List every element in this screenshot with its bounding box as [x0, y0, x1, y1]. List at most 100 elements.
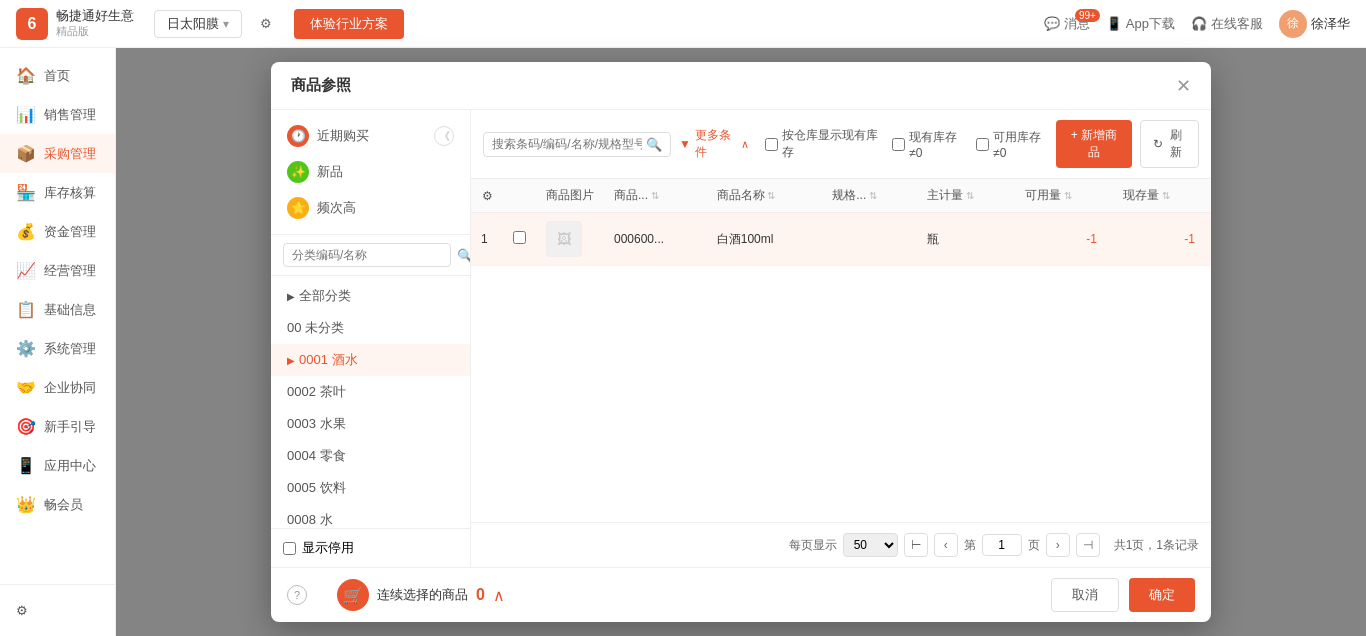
sidebar-item-guide[interactable]: 🎯 新手引导	[0, 407, 115, 446]
more-conditions-button[interactable]: ▼ 更多条件 ∧	[679, 127, 749, 161]
experience-button[interactable]: 体验行业方案	[294, 9, 404, 39]
img-placeholder-icon: 🖼	[557, 231, 571, 247]
stock-nonzero-input[interactable]	[892, 138, 905, 151]
add-product-button[interactable]: + 新增商品	[1056, 120, 1131, 168]
first-page-button[interactable]: ⊢	[904, 533, 928, 557]
sidebar-item-finance[interactable]: 💰 资金管理	[0, 212, 115, 251]
collab-icon: 🤝	[16, 378, 36, 397]
sidebar-item-purchase[interactable]: 📦 采购管理	[0, 134, 115, 173]
help-icon[interactable]: ?	[287, 585, 307, 605]
page-size-select[interactable]: 50 100 200	[843, 533, 898, 557]
confirm-button[interactable]: 确定	[1129, 578, 1195, 612]
last-page-button[interactable]: ⊣	[1076, 533, 1100, 557]
table-row[interactable]: 1 🖼 000600... 白酒100ml	[471, 213, 1211, 266]
cat-drinks[interactable]: 0005 饮料	[271, 472, 470, 504]
modal-header: 商品参照 ✕	[271, 62, 1211, 110]
stock-nonzero-check[interactable]: 现有库存≠0	[892, 129, 964, 160]
sidebar-item-collab[interactable]: 🤝 企业协同	[0, 368, 115, 407]
support-nav[interactable]: 🎧 在线客服	[1191, 15, 1263, 33]
warehouse-stock-input[interactable]	[765, 138, 778, 151]
refresh-button[interactable]: ↻ 刷新	[1140, 120, 1199, 168]
home-icon: 🏠	[16, 66, 36, 85]
sidebar-label-finance: 资金管理	[44, 223, 96, 241]
td-spec	[822, 213, 917, 266]
available-nonzero-check[interactable]: 可用库存≠0	[976, 129, 1048, 160]
high-frequency[interactable]: ⭐ 频次高	[271, 190, 470, 226]
th-unit[interactable]: 主计量	[917, 179, 1015, 213]
modal-overlay: 商品参照 ✕ 🕐 近期购买 《	[116, 48, 1366, 636]
sidebar-item-operations[interactable]: 📈 经营管理	[0, 251, 115, 290]
th-code[interactable]: 商品...	[604, 179, 707, 213]
modal-close-button[interactable]: ✕	[1176, 77, 1191, 95]
cart-collapse-icon[interactable]: ∧	[493, 586, 505, 605]
cat-tea-label: 0002 茶叶	[287, 383, 346, 401]
sidebar-item-apps[interactable]: 📱 应用中心	[0, 446, 115, 485]
product-thumbnail: 🖼	[546, 221, 582, 257]
sidebar-label-inventory: 库存核算	[44, 184, 96, 202]
warehouse-stock-check[interactable]: 按仓库显示现有库存	[765, 127, 880, 161]
cat-tea[interactable]: 0002 茶叶	[271, 376, 470, 408]
cart-label: 连续选择的商品	[377, 586, 468, 604]
td-check[interactable]	[503, 213, 536, 266]
chevron-down-icon: ▾	[223, 17, 229, 31]
cart-area: 🛒 连续选择的商品 0 ∧	[337, 579, 505, 611]
product-table: ⚙ 商品图片 商品... 商品名称 规格... 主计量 可用量 现存量	[471, 179, 1211, 266]
sidebar-item-member[interactable]: 👑 畅会员	[0, 485, 115, 524]
cat-liquor[interactable]: ▶ 0001 酒水	[271, 344, 470, 376]
logo-text: 畅捷通好生意 精品版	[56, 8, 134, 40]
nav-right: 💬 消息 99+ 📱 App下载 🎧 在线客服 徐 徐泽华	[1044, 10, 1350, 38]
next-page-button[interactable]: ›	[1046, 533, 1070, 557]
sidebar-bottom: ⚙	[0, 584, 115, 636]
modal-body: 🕐 近期购买 《 ✨ 新品 ⭐ 频次高	[271, 110, 1211, 567]
page-number-input[interactable]	[982, 534, 1022, 556]
messages-nav[interactable]: 💬 消息 99+	[1044, 15, 1090, 33]
th-stock[interactable]: 现存量	[1113, 179, 1211, 213]
sidebar-label-collab: 企业协同	[44, 379, 96, 397]
row-checkbox[interactable]	[513, 231, 526, 244]
th-name[interactable]: 商品名称	[707, 179, 823, 213]
gear-icon: ⚙	[16, 603, 28, 618]
recent-purchases[interactable]: 🕐 近期购买 《	[271, 118, 470, 154]
category-search-icon[interactable]: 🔍	[457, 248, 471, 263]
cat-water[interactable]: 0008 水	[271, 504, 470, 528]
sidebar-item-inventory[interactable]: 🏪 库存核算	[0, 173, 115, 212]
td-available: -1	[1015, 213, 1113, 266]
product-search-input[interactable]	[492, 137, 642, 151]
sidebar-item-system[interactable]: ⚙️ 系统管理	[0, 329, 115, 368]
new-products[interactable]: ✨ 新品	[271, 154, 470, 190]
th-spec[interactable]: 规格...	[822, 179, 917, 213]
sidebar-label-system: 系统管理	[44, 340, 96, 358]
sidebar-item-home[interactable]: 🏠 首页	[0, 56, 115, 95]
sidebar-item-basic[interactable]: 📋 基础信息	[0, 290, 115, 329]
search-icon[interactable]: 🔍	[646, 137, 662, 152]
prev-page-button[interactable]: ‹	[934, 533, 958, 557]
cat-drinks-label: 0005 饮料	[287, 479, 346, 497]
settings-icon[interactable]: ⚙	[250, 8, 282, 40]
td-name: 白酒100ml	[707, 213, 823, 266]
collapse-button[interactable]: 《	[434, 126, 454, 146]
guide-icon: 🎯	[16, 417, 36, 436]
main-content: 商品参照 ✕ 🕐 近期购买 《	[116, 48, 1366, 636]
avatar: 徐	[1279, 10, 1307, 38]
th-gear[interactable]: ⚙	[471, 179, 503, 213]
th-available[interactable]: 可用量	[1015, 179, 1113, 213]
cat-unclassified-label: 00 未分类	[287, 319, 344, 337]
sales-icon: 📊	[16, 105, 36, 124]
cat-fruit[interactable]: 0003 水果	[271, 408, 470, 440]
cat-unclassified[interactable]: 00 未分类	[271, 312, 470, 344]
cat-all[interactable]: ▶ 全部分类	[271, 280, 470, 312]
cart-icon[interactable]: 🛒	[337, 579, 369, 611]
username-label: 徐泽华	[1311, 15, 1350, 33]
available-nonzero-input[interactable]	[976, 138, 989, 151]
sidebar-settings-btn[interactable]: ⚙	[0, 593, 115, 628]
filter-icon: ▼	[679, 137, 691, 151]
user-nav[interactable]: 徐 徐泽华	[1279, 10, 1350, 38]
app-download-nav[interactable]: 📱 App下载	[1106, 15, 1175, 33]
category-search-input[interactable]	[283, 243, 451, 267]
show-disabled-checkbox[interactable]	[283, 542, 296, 555]
sidebar-item-sales[interactable]: 📊 销售管理	[0, 95, 115, 134]
cat-snacks[interactable]: 0004 零食	[271, 440, 470, 472]
modal-left-panel: 🕐 近期购买 《 ✨ 新品 ⭐ 频次高	[271, 110, 471, 567]
store-selector[interactable]: 日太阳膜 ▾	[154, 10, 242, 38]
cancel-button[interactable]: 取消	[1051, 578, 1119, 612]
